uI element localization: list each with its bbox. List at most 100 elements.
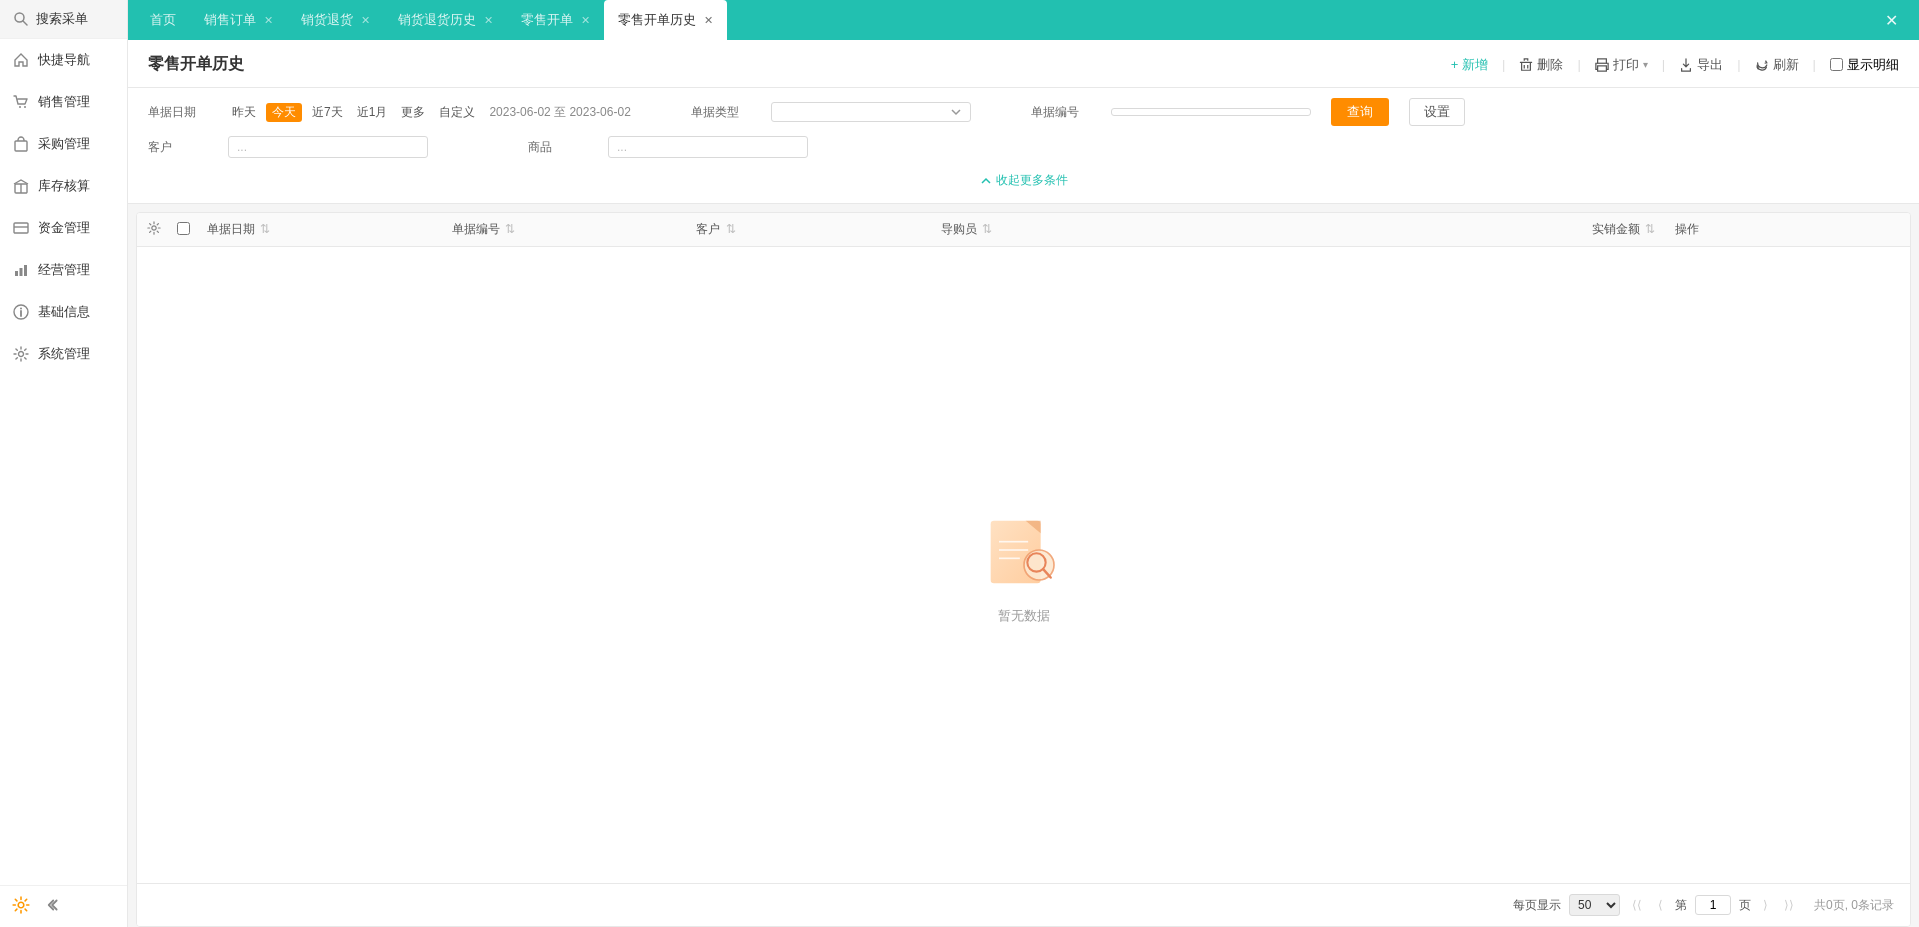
next-page-btn[interactable]: ⟩ [1759, 896, 1772, 914]
delete-button[interactable]: 删除 [1519, 56, 1563, 74]
per-page-select[interactable]: 50 10 20 100 [1569, 894, 1620, 916]
print-button[interactable]: 打印 ▾ [1595, 56, 1648, 74]
svg-point-14 [20, 308, 22, 310]
toolbar: + 新增 | 删除 | 打印 ▾ | 导出 [1451, 56, 1899, 74]
col-date-label: 单据日期 [207, 222, 255, 236]
svg-rect-10 [20, 268, 23, 276]
svg-rect-20 [1597, 58, 1606, 62]
settings-button[interactable]: 设置 [1409, 98, 1465, 126]
tab-home-label: 首页 [150, 11, 176, 29]
tab-sales-return-label: 销货退货 [301, 11, 353, 29]
svg-rect-7 [14, 223, 28, 233]
tab-close-icon[interactable]: ✕ [361, 14, 370, 27]
col-customer[interactable]: 客户 ⇅ [686, 213, 931, 247]
sort-icon[interactable]: ⇅ [260, 222, 270, 236]
date-btn-last7[interactable]: 近7天 [308, 103, 347, 122]
sidebar-item-purchase-mgmt[interactable]: 采购管理 [0, 123, 127, 165]
sidebar-item-sys-mgmt[interactable]: 系统管理 [0, 333, 127, 375]
col-date[interactable]: 单据日期 ⇅ [197, 213, 442, 247]
doc-no-input[interactable] [1111, 108, 1311, 116]
display-detail-checkbox[interactable]: 显示明细 [1830, 56, 1899, 74]
date-range-display: 2023-06-02 至 2023-06-02 [489, 104, 630, 121]
col-amount[interactable]: 实销金额 ⇅ [1421, 213, 1666, 247]
tab-close-icon[interactable]: ✕ [484, 14, 493, 27]
sidebar-item-inventory[interactable]: 库存核算 [0, 165, 127, 207]
svg-point-22 [152, 226, 156, 230]
col-amount-label: 实销金额 [1592, 222, 1640, 236]
chart-icon [12, 261, 30, 279]
tab-retail-open[interactable]: 零售开单 ✕ [507, 0, 604, 40]
filter-area: 单据日期 昨天 今天 近7天 近1月 更多 自定义 2023-06-02 至 2… [128, 88, 1919, 204]
sidebar-item-label: 资金管理 [38, 219, 90, 237]
prev-page-btn[interactable]: ⟨ [1654, 896, 1667, 914]
finance-icon [12, 219, 30, 237]
doc-no-label: 单据编号 [1031, 104, 1091, 121]
page-input[interactable] [1695, 895, 1731, 915]
col-guide-label: 导购员 [941, 222, 977, 236]
settings-icon[interactable] [12, 896, 30, 917]
topbar-close-btn[interactable]: ✕ [1879, 8, 1903, 32]
tab-close-icon[interactable]: ✕ [581, 14, 590, 27]
sidebar-item-basic-info[interactable]: 基础信息 [0, 291, 127, 333]
customer-label: 客户 [148, 139, 208, 156]
doc-type-select[interactable] [771, 102, 971, 122]
date-btn-today[interactable]: 今天 [266, 103, 302, 122]
tab-home[interactable]: 首页 [136, 0, 190, 40]
col-no[interactable]: 单据编号 ⇅ [442, 213, 687, 247]
display-detail-input[interactable] [1830, 58, 1843, 71]
sidebar-item-finance[interactable]: 资金管理 [0, 207, 127, 249]
collapse-sidebar-icon[interactable] [42, 896, 60, 917]
collapse-label: 收起更多条件 [996, 172, 1068, 189]
sort-icon[interactable]: ⇅ [982, 222, 992, 236]
export-button[interactable]: 导出 [1679, 56, 1723, 74]
tab-sales-return-history-label: 销货退货历史 [398, 11, 476, 29]
customer-input[interactable]: ... [228, 136, 428, 158]
select-all-checkbox[interactable] [177, 222, 190, 235]
sidebar-search[interactable]: 搜索采单 [0, 0, 127, 39]
tab-sales-return-history[interactable]: 销货退货历史 ✕ [384, 0, 507, 40]
date-filters: 昨天 今天 近7天 近1月 更多 自定义 2023-06-02 至 2023-0… [228, 103, 631, 122]
tab-close-icon[interactable]: ✕ [264, 14, 273, 27]
col-spacer [1176, 213, 1421, 247]
svg-point-16 [18, 902, 24, 908]
sort-icon[interactable]: ⇅ [1645, 222, 1655, 236]
content-area: 零售开单历史 + 新增 | 删除 | 打印 ▾ | [128, 40, 1919, 927]
date-btn-last-month[interactable]: 近1月 [353, 103, 392, 122]
sort-icon[interactable]: ⇅ [726, 222, 736, 236]
col-action-label: 操作 [1675, 222, 1699, 236]
filter-row-2: 客户 ... 商品 ... [148, 136, 1899, 158]
date-btn-more[interactable]: 更多 [397, 103, 429, 122]
empty-state: 暂无数据 [137, 247, 1910, 883]
tab-sales-order[interactable]: 销售订单 ✕ [190, 0, 287, 40]
add-button[interactable]: + 新增 [1451, 56, 1488, 74]
sidebar-item-quick-nav[interactable]: 快捷导航 [0, 39, 127, 81]
first-page-btn[interactable]: ⟨⟨ [1628, 896, 1646, 914]
chevron-up-icon [980, 175, 992, 187]
sidebar-item-operations[interactable]: 经营管理 [0, 249, 127, 291]
sort-icon[interactable]: ⇅ [505, 222, 515, 236]
col-guide[interactable]: 导购员 ⇅ [931, 213, 1176, 247]
svg-point-15 [19, 352, 24, 357]
tab-sales-return[interactable]: 销货退货 ✕ [287, 0, 384, 40]
cart-icon [12, 93, 30, 111]
tab-retail-open-history[interactable]: 零售开单历史 ✕ [604, 0, 727, 40]
chevron-down-icon [950, 106, 962, 118]
gear-icon [12, 345, 30, 363]
tab-sales-order-label: 销售订单 [204, 11, 256, 29]
collapse-button[interactable]: 收起更多条件 [980, 172, 1068, 189]
refresh-label: 刷新 [1773, 56, 1799, 74]
tab-close-icon[interactable]: ✕ [704, 14, 713, 27]
settings-gear-icon[interactable] [147, 224, 161, 238]
query-button[interactable]: 查询 [1331, 98, 1389, 126]
date-btn-custom[interactable]: 自定义 [435, 103, 479, 122]
product-input[interactable]: ... [608, 136, 808, 158]
box-icon [12, 177, 30, 195]
sidebar-item-sales-mgmt[interactable]: 销售管理 [0, 81, 127, 123]
refresh-button[interactable]: 刷新 [1755, 56, 1799, 74]
last-page-btn[interactable]: ⟩⟩ [1780, 896, 1798, 914]
col-select-all[interactable] [167, 213, 197, 247]
per-page-label: 每页显示 [1513, 897, 1561, 914]
sidebar-item-label: 采购管理 [38, 135, 90, 153]
print-dropdown-icon[interactable]: ▾ [1643, 59, 1648, 70]
date-btn-yesterday[interactable]: 昨天 [228, 103, 260, 122]
